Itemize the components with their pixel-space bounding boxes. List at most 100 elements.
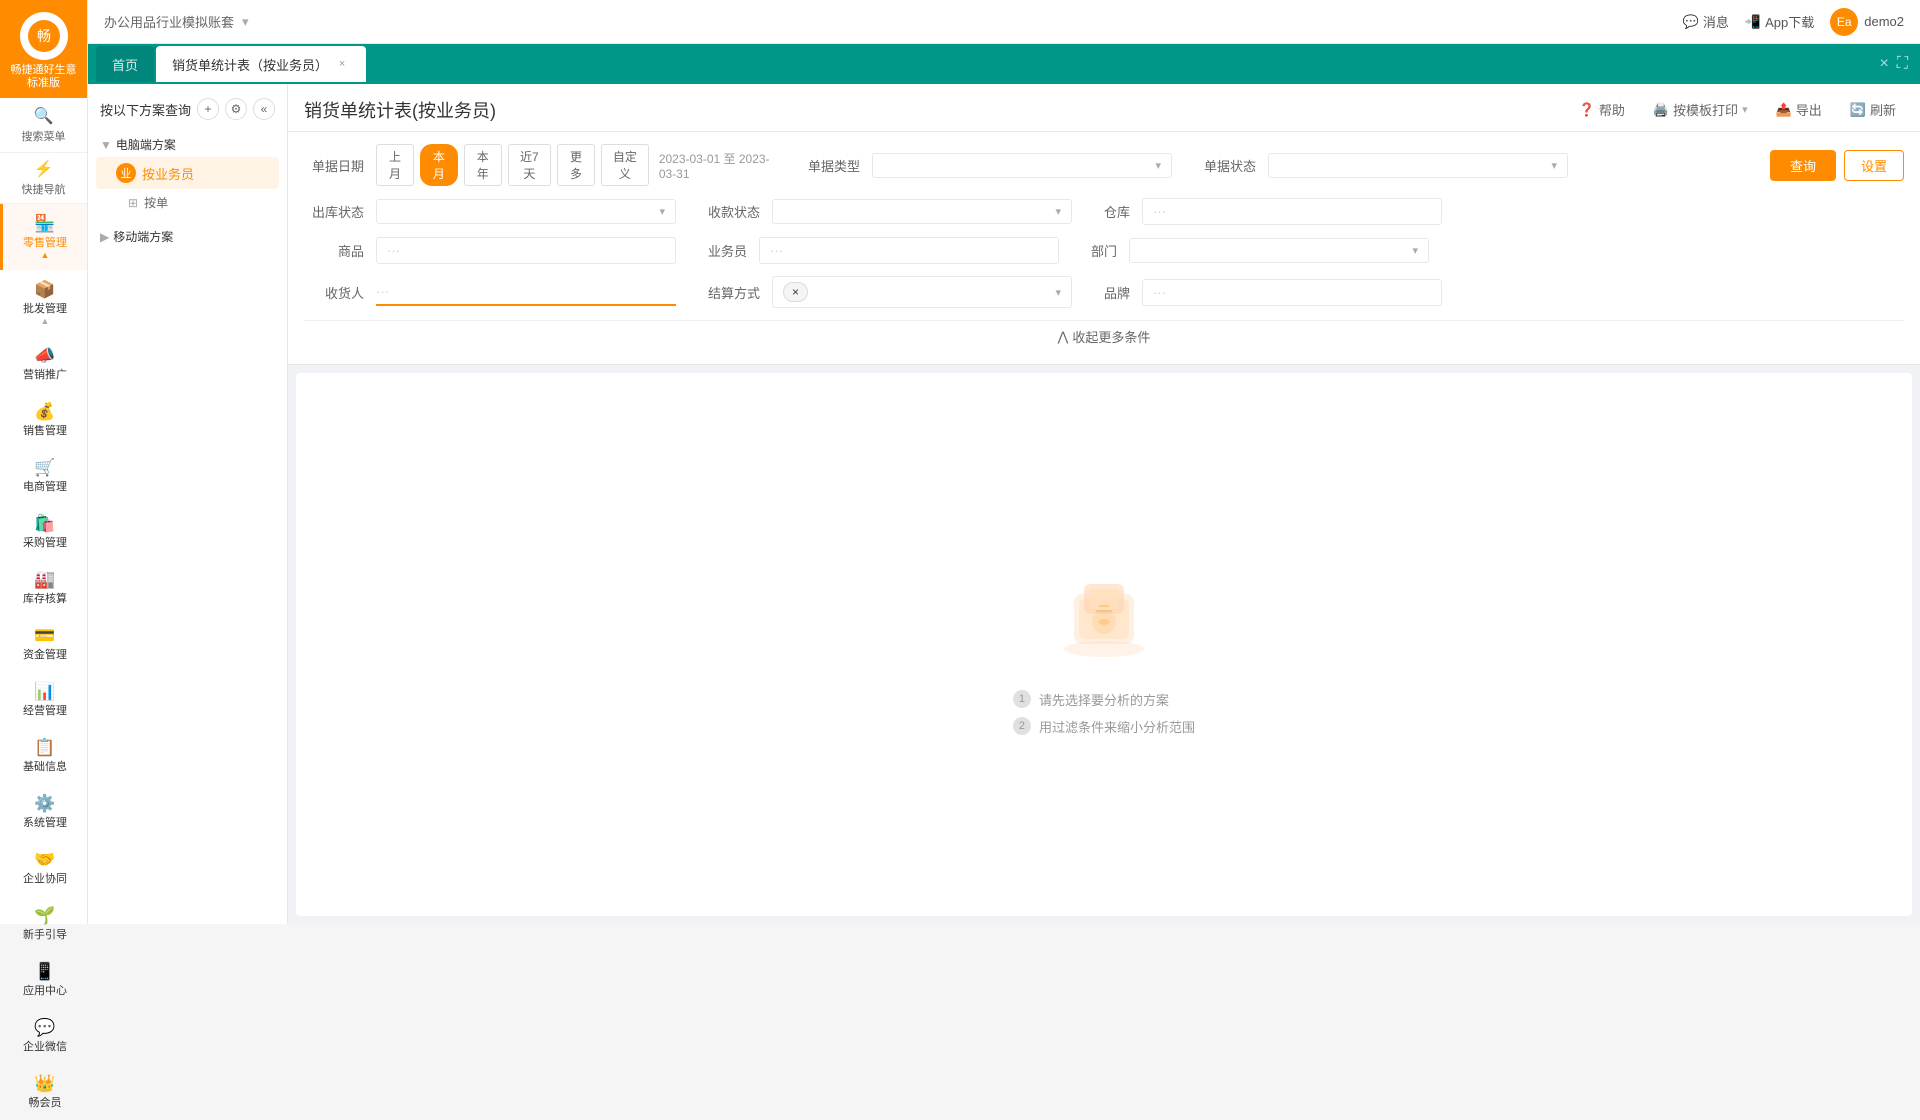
ecommerce-icon: 🛒 [34, 458, 55, 478]
export-label: 导出 [1796, 100, 1822, 119]
pc-section-toggle[interactable]: ▼ 电脑端方案 [96, 132, 279, 157]
salesperson-label: 业务员 [708, 241, 747, 260]
date-btn-7days[interactable]: 近7天 [508, 144, 551, 186]
print-dropdown-icon: ▾ [1742, 103, 1748, 116]
sidebar-item-marketing-label: 营销推广 [23, 366, 67, 382]
refresh-btn[interactable]: 🔄 刷新 [1842, 96, 1904, 123]
print-btn[interactable]: 🖨️ 按模板打印 ▾ [1645, 96, 1756, 123]
sidebar-item-system[interactable]: ⚙️ 系统管理 [0, 784, 87, 840]
app-download-btn[interactable]: 📲 App下载 [1745, 12, 1814, 31]
consignee-input[interactable]: ··· [376, 279, 676, 306]
sidebar-item-ecommerce[interactable]: 🛒 电商管理 [0, 448, 87, 504]
scheme-item-by-salesperson[interactable]: 业 按业务员 [96, 157, 279, 189]
doc-status-dropdown-icon: ▾ [1552, 159, 1558, 172]
sidebar-item-wholesale[interactable]: 📦 批发管理 ▲ [0, 270, 87, 336]
collapse-conditions-btn[interactable]: ⋀ 收起更多条件 [304, 320, 1904, 352]
date-btn-more[interactable]: 更多 [557, 144, 595, 186]
settings-btn[interactable]: 设置 [1844, 150, 1904, 181]
download-icon: 📲 [1745, 14, 1761, 30]
sub-item-by-order[interactable]: ⊞ 按单 [96, 189, 279, 216]
tab-close-btn[interactable]: × [334, 56, 350, 72]
query-btn[interactable]: 查询 [1770, 150, 1836, 181]
department-select[interactable]: ▾ [1129, 238, 1429, 263]
consignee-label: 收货人 [304, 283, 364, 302]
tab-close-window-btn[interactable]: × [1879, 55, 1888, 73]
date-btn-custom[interactable]: 自定义 [601, 144, 649, 186]
receipt-status-select[interactable]: ▾ [772, 199, 1072, 224]
sidebar-item-member[interactable]: 👑 畅会员 [0, 1064, 87, 1120]
settlement-select[interactable]: × ▾ [772, 276, 1072, 308]
sidebar-item-operations[interactable]: 📊 经营管理 [0, 672, 87, 728]
app-download-label: App下载 [1765, 12, 1814, 31]
sidebar-item-retail[interactable]: 🏪 零售管理 ▲ [0, 204, 87, 270]
doc-status-select[interactable]: ▾ [1268, 153, 1568, 178]
sidebar-item-newuser[interactable]: 🌱 新手引导 [0, 896, 87, 952]
collapse-label: 收起更多条件 [1072, 327, 1150, 346]
sidebar-item-basic[interactable]: 📋 基础信息 [0, 728, 87, 784]
sidebar-item-member-label: 畅会员 [29, 1094, 62, 1110]
export-btn[interactable]: 📤 导出 [1768, 96, 1830, 123]
department-dropdown-icon: ▾ [1413, 244, 1419, 257]
salesperson-select[interactable]: ··· [759, 237, 1059, 264]
mobile-section-toggle[interactable]: ▶ 移动端方案 [96, 224, 279, 249]
scheme-settings-btn[interactable]: ⚙ [225, 98, 247, 120]
inventory-icon: 🏭 [34, 570, 55, 590]
sidebar-item-ecommerce-label: 电商管理 [23, 478, 67, 494]
sidebar-item-sales[interactable]: 💰 销售管理 [0, 392, 87, 448]
add-scheme-btn[interactable]: + [197, 98, 219, 120]
logo-icon: 畅 [20, 12, 68, 60]
wholesale-icon: 📦 [34, 280, 55, 300]
sidebar-item-wechat-label: 企业微信 [23, 1038, 67, 1054]
marketing-icon: 📣 [34, 346, 55, 366]
consignee-placeholder: ··· [376, 284, 389, 299]
tip-num-2: 2 [1013, 717, 1031, 735]
sidebar-quicknav[interactable]: ⚡ 快捷导航 [0, 153, 87, 204]
tab-sales-stat-label: 销货单统计表（按业务员） [172, 55, 328, 74]
print-icon: 🖨️ [1653, 102, 1669, 118]
tab-expand-btn[interactable]: ⛶ [1897, 55, 1908, 73]
help-btn[interactable]: ❓ 帮助 [1571, 96, 1633, 123]
workspace-dropdown-icon[interactable]: ▾ [242, 14, 249, 30]
sidebar-item-marketing[interactable]: 📣 营销推广 [0, 336, 87, 392]
user-menu-btn[interactable]: Ea demo2 [1830, 8, 1904, 36]
tab-home[interactable]: 首页 [96, 46, 154, 82]
sidebar-item-wechat[interactable]: 💬 企业微信 [0, 1008, 87, 1064]
sidebar-search-item[interactable]: 🔍 搜索菜单 [0, 98, 87, 153]
sidebar-item-finance[interactable]: 💳 资金管理 [0, 616, 87, 672]
filter-row-2: 出库状态 ▾ 收款状态 ▾ 仓库 ··· [304, 198, 1904, 225]
doc-type-select[interactable]: ▾ [872, 153, 1172, 178]
left-panel-header: 按以下方案查询 + ⚙ « [88, 92, 287, 128]
sidebar-item-appcenter[interactable]: 📱 应用中心 [0, 952, 87, 1008]
brand-placeholder: ··· [1153, 285, 1166, 300]
date-btn-this-month[interactable]: 本月 [420, 144, 458, 186]
print-label: 按模板打印 [1673, 100, 1738, 119]
filter-area: 单据日期 上月 本月 本年 近7天 更多 自定义 2023-03-01 至 20… [288, 132, 1920, 364]
date-btn-this-year[interactable]: 本年 [464, 144, 502, 186]
warehouse-select[interactable]: ··· [1142, 198, 1442, 225]
doc-status-label: 单据状态 [1204, 156, 1256, 175]
svg-text:畅: 畅 [37, 29, 51, 45]
topbar: 办公用品行业模拟账套 ▾ 💬 消息 📲 App下载 Ea demo2 [88, 0, 1920, 44]
out-status-label: 出库状态 [304, 202, 364, 221]
collapse-panel-btn[interactable]: « [253, 98, 275, 120]
out-status-select[interactable]: ▾ [376, 199, 676, 224]
add-icon: + [204, 102, 211, 116]
receipt-status-label: 收款状态 [708, 202, 760, 221]
brand-select[interactable]: ··· [1142, 279, 1442, 306]
settlement-tag-close[interactable]: × [792, 285, 799, 299]
tip-text-1: 请先选择要分析的方案 [1039, 690, 1169, 709]
sidebar-item-enterprise-label: 企业协同 [23, 870, 67, 886]
doc-type-label: 单据类型 [808, 156, 860, 175]
goods-select[interactable]: ··· [376, 237, 676, 264]
date-label: 单据日期 [304, 156, 364, 175]
tab-sales-stat[interactable]: 销货单统计表（按业务员） × [156, 46, 366, 82]
tip-text-2: 用过滤条件来缩小分析范围 [1039, 717, 1195, 736]
sidebar-item-enterprise[interactable]: 🤝 企业协同 [0, 840, 87, 896]
date-btn-last-month[interactable]: 上月 [376, 144, 414, 186]
pc-section-label: 电脑端方案 [116, 136, 176, 153]
left-panel-title: 按以下方案查询 [100, 100, 191, 119]
sidebar-item-purchase[interactable]: 🛍️ 采购管理 [0, 504, 87, 560]
messages-btn[interactable]: 💬 消息 [1683, 12, 1729, 31]
sidebar-item-inventory[interactable]: 🏭 库存核算 [0, 560, 87, 616]
purchase-icon: 🛍️ [34, 514, 55, 534]
